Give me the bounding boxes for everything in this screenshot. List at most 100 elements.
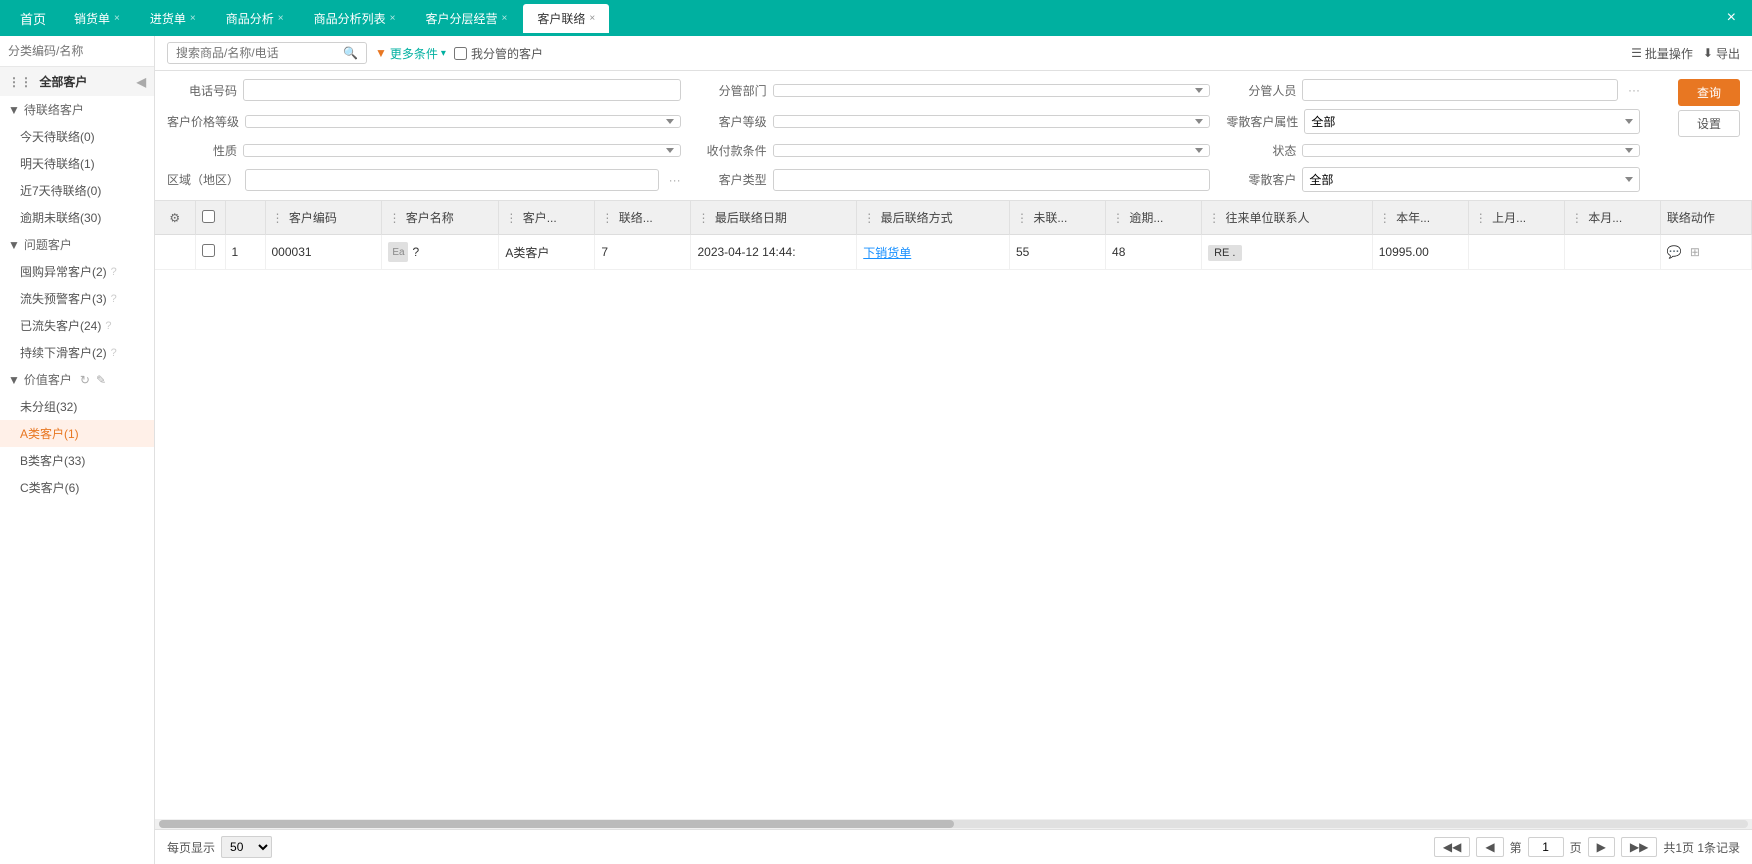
scrollbar-thumb[interactable]: [159, 820, 954, 828]
next-page-btn[interactable]: ▶: [1588, 837, 1615, 857]
nav-tab-analysis-list-close[interactable]: ×: [390, 13, 396, 24]
sidebar-group-value[interactable]: ▼ 价值客户 ↻ ✎: [0, 366, 154, 393]
sidebar-item-unclassified[interactable]: 未分组(32): [0, 393, 154, 420]
batch-op-btn[interactable]: ☰ 批量操作: [1631, 45, 1693, 62]
nav-tab-sales[interactable]: 销货单 ×: [60, 4, 134, 33]
main-search-bar[interactable]: 🔍: [167, 42, 367, 64]
th-last-month[interactable]: ⋮ 上月...: [1468, 201, 1564, 235]
th-this-month[interactable]: ⋮ 本月...: [1564, 201, 1660, 235]
sidebar-search-bar[interactable]: 🔍: [0, 36, 154, 67]
th-this-year[interactable]: ⋮ 本年...: [1372, 201, 1468, 235]
nav-tab-customer-contact[interactable]: 客户联络 ×: [523, 4, 609, 33]
manager-input[interactable]: [1302, 79, 1618, 101]
th-no-contact[interactable]: ⋮ 未联...: [1010, 201, 1106, 235]
manager-more-icon[interactable]: ···: [1628, 83, 1640, 97]
last-month-drag-icon: ⋮: [1475, 211, 1487, 225]
nav-tab-purchase-close[interactable]: ×: [190, 13, 196, 24]
last-page-btn[interactable]: ▶▶: [1621, 837, 1657, 857]
export-btn[interactable]: ⬇ 导出: [1703, 45, 1740, 62]
payment-select[interactable]: [773, 144, 1211, 157]
query-button[interactable]: 查询: [1678, 79, 1740, 106]
nav-tab-customer-layer-close[interactable]: ×: [501, 13, 507, 24]
th-type[interactable]: ⋮ 客户...: [499, 201, 595, 235]
th-action: 联络动作: [1660, 201, 1751, 235]
chat-icon[interactable]: 💬: [1667, 245, 1682, 259]
retail-attr-select[interactable]: 全部: [1304, 109, 1640, 134]
th-type-label: 客户...: [523, 211, 557, 225]
qr-icon[interactable]: ⊞: [1690, 245, 1700, 259]
nav-tab-purchase[interactable]: 进货单 ×: [136, 4, 210, 33]
th-code[interactable]: ⋮ 客户编码: [265, 201, 382, 235]
th-checkbox[interactable]: [195, 201, 225, 235]
more-filter-btn[interactable]: ▼ 更多条件 ▾: [375, 45, 446, 62]
value-edit-icon[interactable]: ✎: [96, 373, 106, 387]
per-page-select[interactable]: 50 100 200: [221, 836, 272, 858]
nav-tab-customer-contact-close[interactable]: ×: [589, 13, 595, 24]
region-more-icon[interactable]: ···: [669, 173, 681, 187]
row-checkbox[interactable]: [202, 244, 215, 257]
td-last-method[interactable]: 下销货单: [857, 235, 1010, 270]
more-filter-label: 更多条件: [390, 45, 438, 62]
problem-group-label: 问题客户: [24, 236, 72, 253]
nav-tab-analysis-close[interactable]: ×: [278, 13, 284, 24]
th-settings[interactable]: ⚙: [155, 201, 195, 235]
sidebar-collapse-btn[interactable]: ◀: [137, 75, 146, 89]
table-settings-icon[interactable]: ⚙: [163, 211, 187, 225]
sidebar-item-churn-warning[interactable]: 流失预警客户(3) ?: [0, 285, 154, 312]
phone-input[interactable]: [243, 79, 681, 101]
sidebar-group-problem[interactable]: ▼ 问题客户: [0, 231, 154, 258]
sidebar-item-class-c[interactable]: C类客户(6): [0, 474, 154, 501]
sidebar-item-class-a[interactable]: A类客户(1): [0, 420, 154, 447]
main-search-icon[interactable]: 🔍: [343, 46, 358, 60]
th-contact-person[interactable]: ⋮ 往来单位联系人: [1202, 201, 1373, 235]
th-last-date[interactable]: ⋮ 最后联络日期: [691, 201, 857, 235]
table-container[interactable]: ⚙ ⋮ 客户编码 ⋮ 客户名称: [155, 201, 1752, 819]
sidebar-group-pending[interactable]: ▼ 待联络客户: [0, 96, 154, 123]
customer-type-input[interactable]: [773, 169, 1211, 191]
my-customers-checkbox[interactable]: [454, 47, 467, 60]
value-refresh-icon[interactable]: ↻: [80, 373, 90, 387]
prev-page-btn[interactable]: ◀: [1476, 837, 1503, 857]
sidebar-item-today[interactable]: 今天待联络(0): [0, 123, 154, 150]
select-all-checkbox[interactable]: [202, 210, 215, 223]
status-select[interactable]: [1302, 144, 1640, 157]
last-method-link[interactable]: 下销货单: [863, 246, 911, 260]
retail-select[interactable]: 全部: [1302, 167, 1640, 192]
region-input[interactable]: [245, 169, 659, 191]
dept-select[interactable]: [773, 84, 1211, 97]
th-overdue[interactable]: ⋮ 逾期...: [1106, 201, 1202, 235]
sidebar-item-declining[interactable]: 持续下滑客户(2) ?: [0, 339, 154, 366]
th-last-method[interactable]: ⋮ 最后联络方式: [857, 201, 1010, 235]
settings-button[interactable]: 设置: [1678, 110, 1740, 137]
nav-tab-analysis[interactable]: 商品分析 ×: [212, 4, 298, 33]
all-customers-header[interactable]: ⋮⋮ 全部客户 ◀: [0, 67, 154, 96]
nav-tab-customer-layer[interactable]: 客户分层经营 ×: [411, 4, 521, 33]
th-contact[interactable]: ⋮ 联络...: [595, 201, 691, 235]
sidebar-item-overdue[interactable]: 逾期未联络(30): [0, 204, 154, 231]
th-name[interactable]: ⋮ 客户名称: [382, 201, 499, 235]
nav-tab-analysis-list[interactable]: 商品分析列表 ×: [300, 4, 410, 33]
price-level-select[interactable]: [245, 115, 681, 128]
price-level-label: 客户价格等级: [167, 113, 239, 130]
sidebar-item-7days[interactable]: 近7天待联络(0): [0, 177, 154, 204]
per-page-control: 每页显示 50 100 200: [167, 836, 272, 858]
retail-attr-value: 全部: [1311, 113, 1335, 130]
sidebar-search-input[interactable]: [8, 44, 155, 58]
sidebar-item-class-b[interactable]: B类客户(33): [0, 447, 154, 474]
nature-select[interactable]: [243, 144, 681, 157]
pagination: ◀◀ ◀ 第 页 ▶ ▶▶ 共1页 1条记录: [1434, 837, 1740, 857]
td-checkbox[interactable]: [195, 235, 225, 270]
first-page-btn[interactable]: ◀◀: [1434, 837, 1470, 857]
main-search-input[interactable]: [176, 46, 339, 60]
sidebar-item-abnormal[interactable]: 囤购异常客户(2) ?: [0, 258, 154, 285]
customer-level-select[interactable]: [773, 115, 1211, 128]
sidebar-item-churned[interactable]: 已流失客户(24) ?: [0, 312, 154, 339]
nav-home[interactable]: 首页: [8, 3, 58, 34]
scrollbar-track[interactable]: [159, 820, 1748, 828]
my-customers-check[interactable]: 我分管的客户: [454, 45, 543, 62]
sidebar-item-tomorrow[interactable]: 明天待联络(1): [0, 150, 154, 177]
nav-tab-sales-close[interactable]: ×: [114, 13, 120, 24]
horizontal-scrollbar[interactable]: [155, 819, 1752, 829]
close-all-button[interactable]: ×: [1719, 5, 1744, 31]
page-input[interactable]: [1528, 837, 1564, 857]
